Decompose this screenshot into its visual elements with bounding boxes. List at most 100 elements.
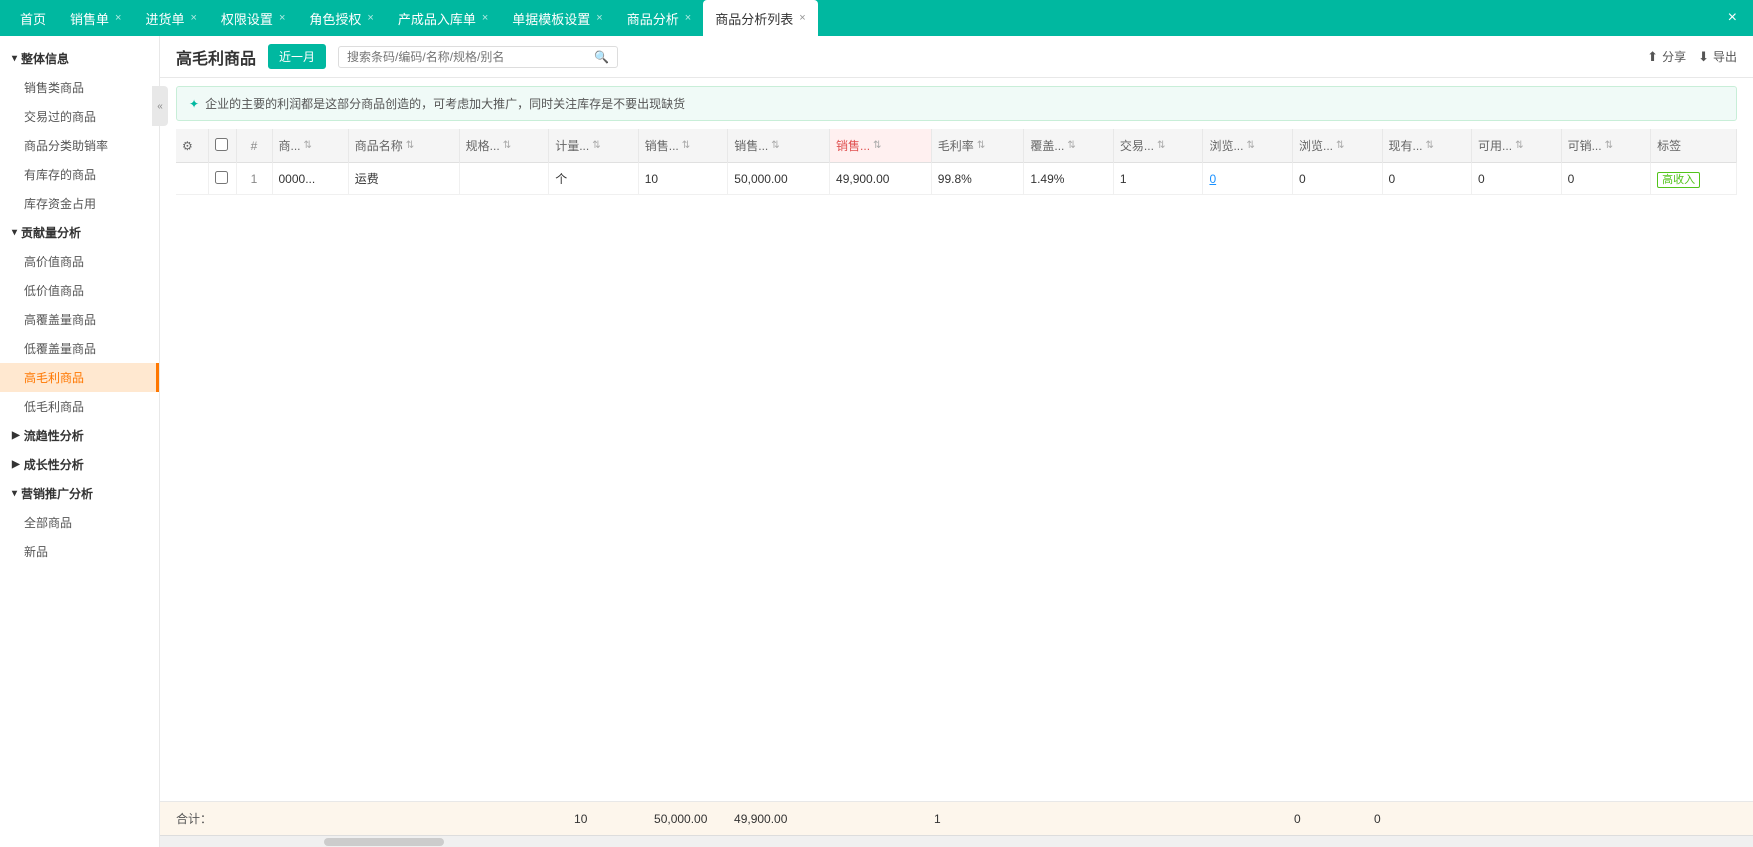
sort-icon-3: ⇅ bbox=[503, 140, 511, 151]
row-name: 运费 bbox=[348, 163, 459, 195]
sidebar-item-in-stock[interactable]: 有库存的商品 bbox=[0, 160, 159, 189]
sidebar-item-high-margin[interactable]: 高毛利商品 bbox=[0, 363, 159, 392]
row-unit: 个 bbox=[549, 163, 639, 195]
row-spec bbox=[459, 163, 549, 195]
sidebar-collapse-toggle[interactable]: « bbox=[152, 86, 168, 126]
top-navigation: 首页 销售单 × 进货单 × 权限设置 × 角色授权 × 产成品入库单 × 单据… bbox=[0, 0, 1753, 36]
sort-icon-14: ⇅ bbox=[1515, 140, 1523, 151]
sidebar-item-stock-capital[interactable]: 库存资金占用 bbox=[0, 189, 159, 218]
nav-roles[interactable]: 角色授权 × bbox=[297, 0, 385, 36]
close-all-tabs[interactable]: × bbox=[1720, 9, 1745, 27]
settings-column-header[interactable]: ⚙ bbox=[176, 129, 208, 163]
spec-column-header[interactable]: 规格...⇅ bbox=[459, 129, 549, 163]
row-settings bbox=[176, 163, 208, 195]
transactions-column-header[interactable]: 交易...⇅ bbox=[1113, 129, 1203, 163]
search-input[interactable] bbox=[347, 50, 590, 64]
nav-purchase[interactable]: 进货单 × bbox=[133, 0, 208, 36]
sidebar-item-all-goods[interactable]: 全部商品 bbox=[0, 508, 159, 537]
sidebar-item-low-coverage[interactable]: 低覆盖量商品 bbox=[0, 334, 159, 363]
row-views1[interactable]: 0 bbox=[1203, 163, 1293, 195]
info-banner: ✦ 企业的主要的利润都是这部分商品创造的，可考虑加大推广，同时关注库存是不要出现… bbox=[176, 86, 1737, 121]
nav-product-analysis-list-close[interactable]: × bbox=[799, 12, 805, 24]
footer-sales-amount: 50,000.00 bbox=[648, 812, 728, 826]
row-tag: 高收入 bbox=[1651, 163, 1737, 195]
sort-icon-11: ⇅ bbox=[1246, 140, 1254, 151]
row-stock-current: 0 bbox=[1382, 163, 1472, 195]
footer-label: 合计： bbox=[176, 810, 212, 827]
sidebar-group-marketing[interactable]: ▾ 营销推广分析 bbox=[0, 479, 159, 508]
nav-finished-goods[interactable]: 产成品入库单 × bbox=[386, 0, 500, 36]
nav-template[interactable]: 单据模板设置 × bbox=[500, 0, 614, 36]
nav-roles-close[interactable]: × bbox=[367, 12, 373, 24]
row-num: 1 bbox=[236, 163, 272, 195]
nav-permissions-close[interactable]: × bbox=[279, 12, 285, 24]
nav-home[interactable]: 首页 bbox=[8, 0, 58, 36]
nav-purchase-close[interactable]: × bbox=[190, 12, 196, 24]
nav-product-analysis-close[interactable]: × bbox=[685, 12, 691, 24]
sidebar-item-low-value[interactable]: 低价值商品 bbox=[0, 276, 159, 305]
search-icon[interactable]: 🔍 bbox=[594, 50, 609, 64]
sort-icon-13: ⇅ bbox=[1426, 140, 1434, 151]
name-column-header[interactable]: 商品名称⇅ bbox=[348, 129, 459, 163]
search-box[interactable]: 🔍 bbox=[338, 46, 618, 68]
sort-icon-4: ⇅ bbox=[592, 140, 600, 151]
stock-saleable-column-header[interactable]: 可销...⇅ bbox=[1561, 129, 1651, 163]
chevron-right-icon: ▶ bbox=[12, 430, 20, 441]
nav-sales-close[interactable]: × bbox=[115, 12, 121, 24]
sort-icon-6: ⇅ bbox=[771, 140, 779, 151]
row-code: 0000... bbox=[272, 163, 348, 195]
row-sales-qty: 10 bbox=[638, 163, 728, 195]
sidebar-group-growth[interactable]: ▶ 成长性分析 bbox=[0, 450, 159, 479]
scroll-thumb[interactable] bbox=[324, 838, 444, 846]
checkbox-column-header[interactable] bbox=[208, 129, 236, 163]
sidebar-group-overall[interactable]: ▾ 整体信息 bbox=[0, 44, 159, 73]
settings-icon[interactable]: ⚙ bbox=[182, 139, 193, 153]
sales-amount-column-header[interactable]: 销售...⇅ bbox=[728, 129, 830, 163]
footer-stock-available: 0 bbox=[1368, 812, 1448, 826]
select-all-checkbox[interactable] bbox=[215, 138, 228, 151]
page-title: 高毛利商品 bbox=[176, 45, 256, 69]
sidebar-group-contribution[interactable]: ▾ 贡献量分析 bbox=[0, 218, 159, 247]
nav-permissions[interactable]: 权限设置 × bbox=[209, 0, 297, 36]
views1-column-header[interactable]: 浏览...⇅ bbox=[1203, 129, 1293, 163]
tag-column-header: 标签 bbox=[1651, 129, 1737, 163]
views2-column-header[interactable]: 浏览...⇅ bbox=[1292, 129, 1382, 163]
unit-column-header[interactable]: 计量...⇅ bbox=[549, 129, 639, 163]
sort-icon-10: ⇅ bbox=[1157, 140, 1165, 151]
sidebar-item-new-goods[interactable]: 新品 bbox=[0, 537, 159, 566]
coverage-column-header[interactable]: 覆盖...⇅ bbox=[1024, 129, 1114, 163]
nav-sales[interactable]: 销售单 × bbox=[58, 0, 133, 36]
sidebar: ▾ 整体信息 销售类商品 交易过的商品 商品分类助销率 有库存的商品 库存资金占… bbox=[0, 36, 160, 847]
time-filter-last-month[interactable]: 近一月 bbox=[268, 44, 326, 69]
table-container: ⚙ # 商...⇅ 商品名称⇅ 规格...⇅ bbox=[160, 129, 1753, 801]
row-coverage: 1.49% bbox=[1024, 163, 1114, 195]
row-select-checkbox[interactable] bbox=[215, 171, 228, 184]
sales-qty-column-header[interactable]: 销售...⇅ bbox=[638, 129, 728, 163]
sidebar-item-high-value[interactable]: 高价值商品 bbox=[0, 247, 159, 276]
share-button[interactable]: ⬆ 分享 bbox=[1647, 48, 1686, 65]
table-header-row: ⚙ # 商...⇅ 商品名称⇅ 规格...⇅ bbox=[176, 129, 1737, 163]
export-button[interactable]: ⬇ 导出 bbox=[1698, 48, 1737, 65]
gross-rate-column-header[interactable]: 毛利率⇅ bbox=[931, 129, 1024, 163]
sort-icon-15: ⇅ bbox=[1605, 140, 1613, 151]
stock-available-column-header[interactable]: 可用...⇅ bbox=[1472, 129, 1562, 163]
nav-finished-goods-close[interactable]: × bbox=[482, 12, 488, 24]
sales-cost-column-header[interactable]: 销售...⇅ bbox=[830, 129, 932, 163]
horizontal-scrollbar[interactable] bbox=[160, 835, 1753, 847]
sidebar-item-category-rate[interactable]: 商品分类助销率 bbox=[0, 131, 159, 160]
nav-product-analysis[interactable]: 商品分析 × bbox=[615, 0, 703, 36]
sort-icon-12: ⇅ bbox=[1336, 140, 1344, 151]
sidebar-item-high-coverage[interactable]: 高覆盖量商品 bbox=[0, 305, 159, 334]
code-column-header[interactable]: 商...⇅ bbox=[272, 129, 348, 163]
content-header: 高毛利商品 近一月 🔍 ⬆ 分享 ⬇ 导出 bbox=[160, 36, 1753, 78]
sidebar-item-sales-goods[interactable]: 销售类商品 bbox=[0, 73, 159, 102]
sidebar-group-trend[interactable]: ▶ 流趋性分析 bbox=[0, 421, 159, 450]
row-checkbox[interactable] bbox=[208, 163, 236, 195]
nav-template-close[interactable]: × bbox=[596, 12, 602, 24]
sidebar-item-traded-goods[interactable]: 交易过的商品 bbox=[0, 102, 159, 131]
share-icon: ⬆ bbox=[1647, 49, 1658, 65]
stock-current-column-header[interactable]: 现有...⇅ bbox=[1382, 129, 1472, 163]
sidebar-item-low-margin[interactable]: 低毛利商品 bbox=[0, 392, 159, 421]
footer-sales-qty: 10 bbox=[568, 812, 648, 826]
nav-product-analysis-list[interactable]: 商品分析列表 × bbox=[703, 0, 817, 36]
